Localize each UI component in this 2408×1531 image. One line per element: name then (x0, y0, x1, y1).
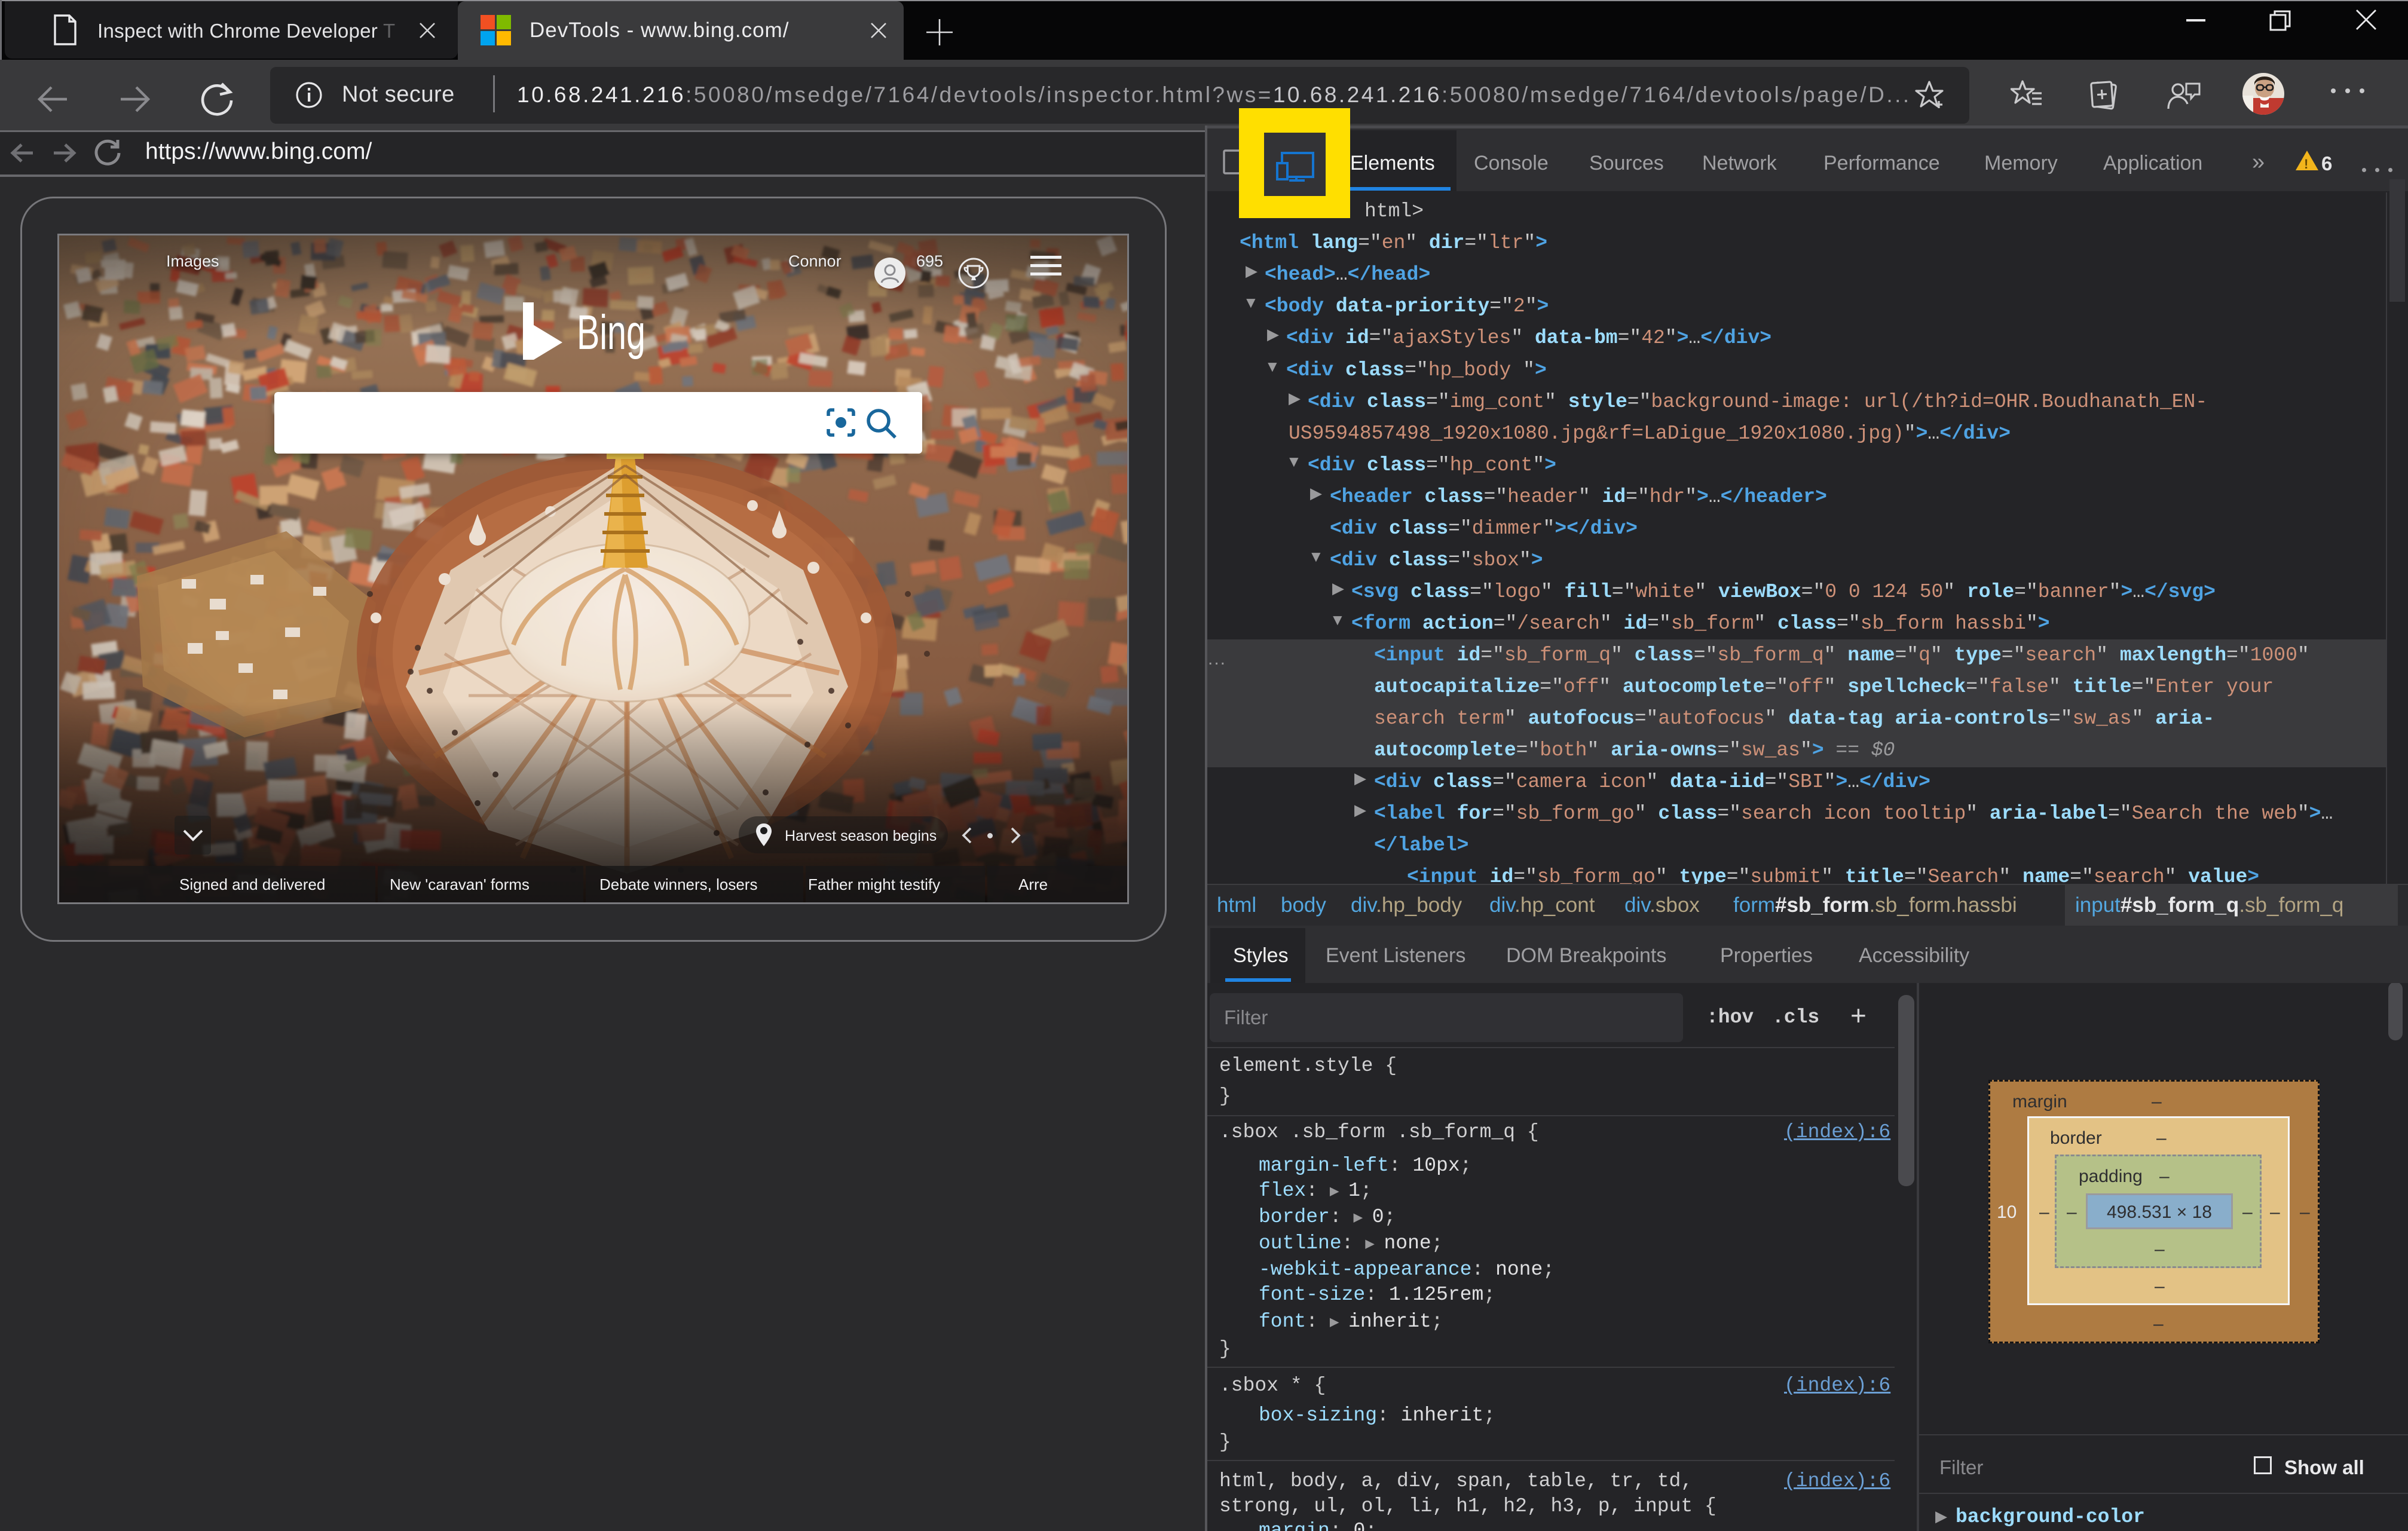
svg-text:Bing: Bing (577, 305, 645, 360)
